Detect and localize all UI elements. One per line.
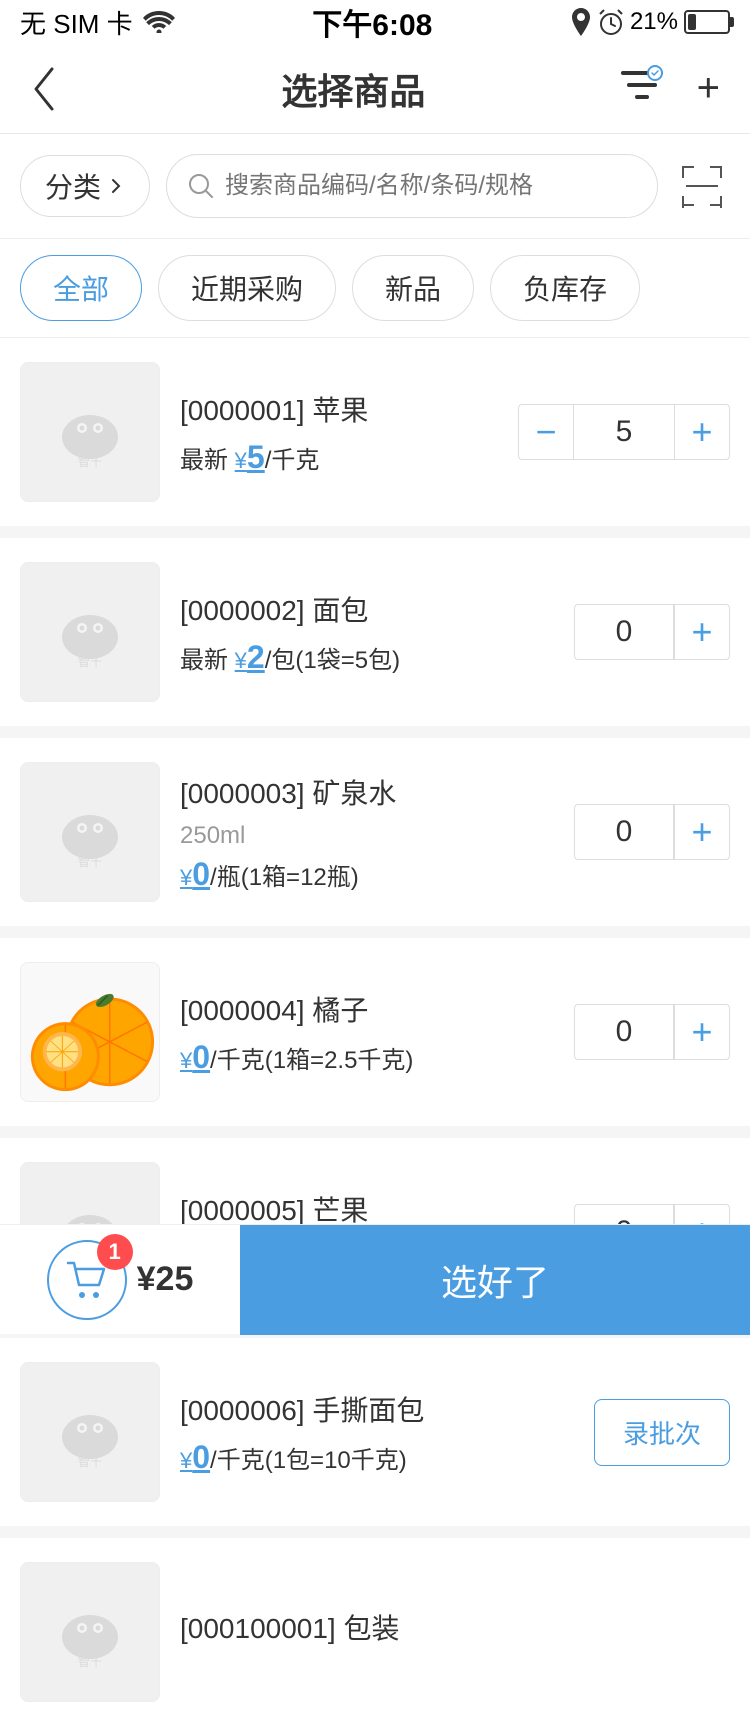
tab-negative[interactable]: 负库存 (490, 255, 640, 321)
status-right: 21% (570, 8, 730, 36)
list-item: 智十 [0000001] 苹果 最新 ¥5/千克 − + (0, 338, 750, 538)
product-image-000100001: 智十 (20, 1562, 160, 1702)
search-icon (187, 172, 215, 200)
list-item: 智十 [0000006] 手撕面包 ¥0/千克(1包=10千克) 录批次 (0, 1338, 750, 1538)
quantity-control-0000002: + (574, 604, 730, 660)
add-button[interactable]: + (697, 66, 720, 111)
cart-icon (66, 1261, 108, 1299)
battery-icon (684, 10, 730, 34)
product-info-0000002: [0000002] 面包 最新 ¥2/包(1袋=5包) (180, 589, 554, 676)
category-button[interactable]: 分类 (20, 155, 150, 217)
product-image-0000003: 智十 (20, 762, 160, 902)
quantity-increase-button[interactable]: + (674, 404, 730, 460)
battery-text: 21% (630, 8, 678, 36)
tab-new[interactable]: 新品 (352, 255, 474, 321)
page-title: 选择商品 (281, 63, 425, 115)
product-name: [0000006] 手撕面包 (180, 1389, 574, 1429)
orange-illustration (21, 962, 159, 1102)
batch-button[interactable]: 录批次 (594, 1399, 730, 1466)
status-left: 无 SIM 卡 (20, 4, 175, 41)
quantity-input[interactable] (574, 604, 674, 660)
product-price: ¥0/瓶(1箱=12瓶) (180, 856, 554, 893)
product-price: 最新 ¥5/千克 (180, 439, 498, 476)
alarm-icon (598, 8, 624, 36)
tab-recent[interactable]: 近期采购 (158, 255, 336, 321)
list-item: 智十 [0000002] 面包 最新 ¥2/包(1袋=5包) + (0, 538, 750, 738)
svg-text:智十: 智十 (78, 1454, 102, 1469)
product-image-0000002: 智十 (20, 562, 160, 702)
tab-all[interactable]: 全部 (20, 255, 142, 321)
list-item: 智十 [0000003] 矿泉水 250ml ¥0/瓶(1箱=12瓶) + (0, 738, 750, 938)
product-image-0000004 (20, 962, 160, 1102)
bottom-bar: 1 ¥25 选好了 (0, 1224, 750, 1334)
quantity-input[interactable] (574, 804, 674, 860)
cart-icon-button[interactable]: 1 (47, 1240, 127, 1320)
product-price: ¥0/千克(1箱=2.5千克) (180, 1039, 554, 1076)
status-bar: 无 SIM 卡 下午6:08 21% (0, 0, 750, 44)
product-info-0000004: [0000004] 橘子 ¥0/千克(1箱=2.5千克) (180, 989, 554, 1076)
carrier-text: 无 SIM 卡 (20, 4, 133, 41)
list-item: [0000004] 橘子 ¥0/千克(1箱=2.5千克) + (0, 938, 750, 1138)
location-icon (570, 8, 592, 36)
nav-bar: 选择商品 + (0, 44, 750, 134)
svg-text:智十: 智十 (78, 1654, 102, 1669)
product-info-000100001: [000100001] 包装 (180, 1607, 730, 1657)
product-name: [0000002] 面包 (180, 589, 554, 629)
product-name: [0000001] 苹果 (180, 389, 498, 429)
svg-text:智十: 智十 (78, 854, 102, 869)
product-info-0000006: [0000006] 手撕面包 ¥0/千克(1包=10千克) (180, 1389, 574, 1476)
product-info-0000001: [0000001] 苹果 最新 ¥5/千克 (180, 389, 498, 476)
cart-area: 1 ¥25 (0, 1240, 240, 1320)
search-container (166, 154, 658, 218)
tab-bar: 全部 近期采购 新品 负库存 (0, 239, 750, 338)
wifi-icon (143, 11, 175, 33)
filter-bar: 分类 (0, 134, 750, 239)
nav-actions: + (617, 63, 720, 114)
list-item: 智十 [000100001] 包装 (0, 1538, 750, 1712)
quantity-control-0000001: − + (518, 404, 730, 460)
product-name: [000100001] 包装 (180, 1607, 730, 1647)
status-time: 下午6:08 (312, 0, 432, 44)
cart-total: ¥25 (137, 1260, 194, 1299)
product-price: 最新 ¥2/包(1袋=5包) (180, 639, 554, 676)
quantity-control-0000003: + (574, 804, 730, 860)
product-list: 智十 [0000001] 苹果 最新 ¥5/千克 − + (0, 338, 750, 1712)
svg-text:智十: 智十 (78, 654, 102, 669)
product-name: [0000005] 芒果 (180, 1189, 554, 1229)
product-info-0000003: [0000003] 矿泉水 250ml ¥0/瓶(1箱=12瓶) (180, 772, 554, 893)
product-price: ¥0/千克(1包=10千克) (180, 1439, 574, 1476)
back-button[interactable] (30, 65, 90, 113)
quantity-decrease-button[interactable]: − (518, 404, 574, 460)
quantity-increase-button[interactable]: + (674, 804, 730, 860)
quantity-increase-button[interactable]: + (674, 604, 730, 660)
product-name: [0000004] 橘子 (180, 989, 554, 1029)
product-spec: 250ml (180, 822, 554, 850)
product-image-0000001: 智十 (20, 362, 160, 502)
svg-text:智十: 智十 (78, 454, 102, 469)
quantity-input[interactable] (574, 404, 674, 460)
quantity-input[interactable] (574, 1004, 674, 1060)
product-image-0000006: 智十 (20, 1362, 160, 1502)
quantity-control-0000004: + (574, 1004, 730, 1060)
quantity-increase-button[interactable]: + (674, 1004, 730, 1060)
search-input[interactable] (225, 172, 637, 200)
confirm-button[interactable]: 选好了 (240, 1225, 750, 1335)
scan-button[interactable] (674, 158, 730, 214)
filter-button[interactable] (617, 63, 667, 114)
product-name: [0000003] 矿泉水 (180, 772, 554, 812)
cart-badge: 1 (97, 1234, 133, 1270)
chevron-right-icon (107, 177, 125, 195)
